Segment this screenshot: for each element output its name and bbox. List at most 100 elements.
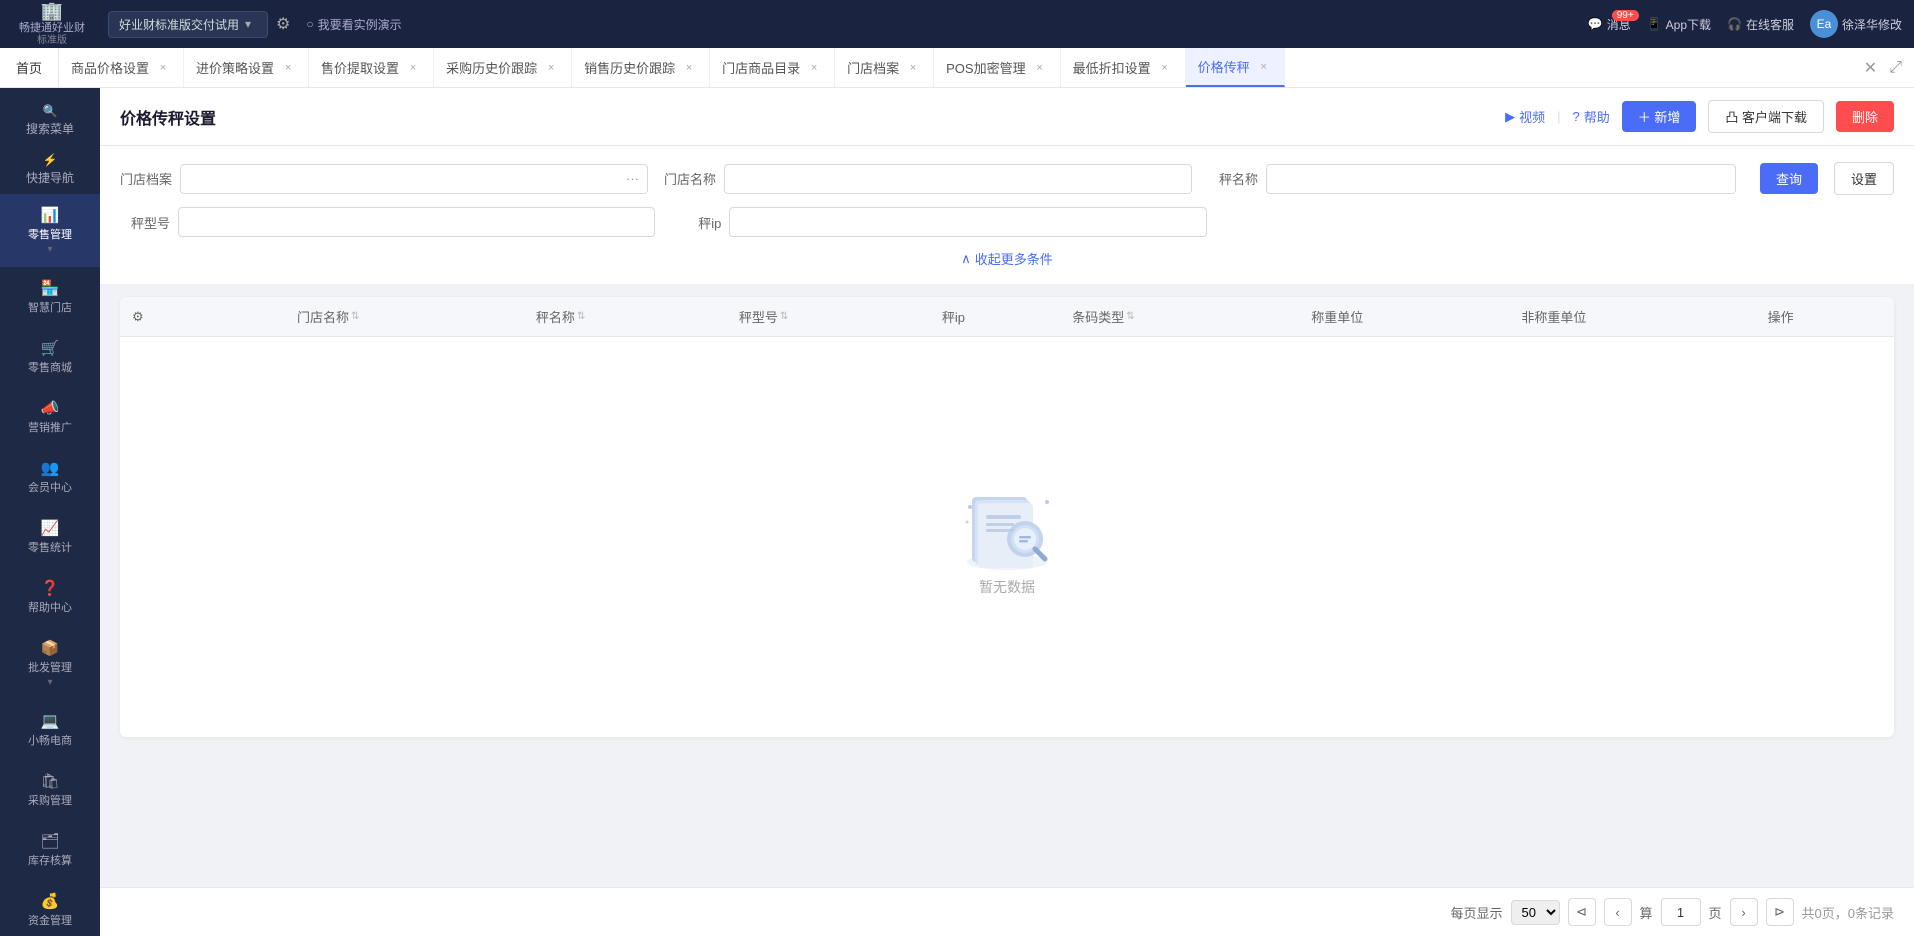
scale-ip-input[interactable] (729, 207, 1206, 237)
online-service-button[interactable]: 🎧 在线客服 (1727, 16, 1794, 33)
search-menu-button[interactable]: 🔍 搜索菜单 (0, 96, 100, 145)
sidebar-item-help-center[interactable]: ❓ 帮助中心 (0, 567, 100, 627)
search-form: 门店档案 ··· 门店名称 秤名称 查询 设置 (100, 146, 1914, 285)
search-form-row1: 门店档案 ··· 门店名称 秤名称 查询 设置 (120, 162, 1894, 195)
search-form-row2: 秤型号 秤ip (120, 207, 1894, 237)
version-label: 好业财标准版交付试用 (119, 16, 239, 33)
tab-item[interactable]: 商品价格设置× (59, 48, 184, 87)
tab-label: 价格传秤 (1198, 57, 1250, 76)
page-number-input[interactable] (1661, 898, 1701, 926)
page-actions: ▶ 视频 | ? 帮助 ＋ 新增 凸 客户端下载 删除 (1505, 100, 1894, 133)
demo-label: 我要看实例演示 (318, 16, 402, 33)
settings-button[interactable]: ⚙ (276, 14, 290, 34)
quick-nav-label: 快捷导航 (26, 169, 74, 186)
tab-close-icon[interactable]: × (543, 60, 559, 76)
sidebar-icon: 👥 (41, 459, 60, 477)
tab-item[interactable]: 售价提取设置× (309, 48, 434, 87)
table-header: ⚙门店名称⇅秤名称⇅秤型号⇅秤ip条码类型⇅称重单位非称重单位操作 (120, 297, 1894, 337)
th-barcode_type[interactable]: 条码类型⇅ (1060, 297, 1299, 337)
delete-button[interactable]: 删除 (1836, 101, 1894, 132)
per-page-select[interactable]: 50 (1511, 900, 1560, 925)
last-page-button[interactable]: ⊳ (1766, 898, 1794, 926)
tab-close-icon[interactable]: × (681, 60, 697, 76)
sortable-header[interactable]: 门店名称⇅ (297, 307, 512, 326)
sortable-header[interactable]: 秤型号⇅ (739, 307, 918, 326)
sortable-header[interactable]: 条码类型⇅ (1072, 307, 1287, 326)
tab-close-icon[interactable]: × (1032, 60, 1048, 76)
version-selector[interactable]: 好业财标准版交付试用 ▾ (108, 11, 268, 38)
tab-close-icon[interactable]: × (1256, 59, 1272, 75)
user-menu[interactable]: Ea 徐泽华修改 (1810, 10, 1902, 38)
prev-page-button[interactable]: ‹ (1604, 898, 1632, 926)
sidebar-item-inventory[interactable]: 🗂 库存核算 (0, 820, 100, 880)
tab-item[interactable]: 最低折扣设置× (1061, 48, 1186, 87)
tab-close-icon[interactable]: × (155, 60, 171, 76)
next-page-button[interactable]: › (1730, 898, 1758, 926)
sidebar-item-retail-mgmt[interactable]: 📊 零售管理▾ (0, 194, 100, 267)
store-archive-more-icon[interactable]: ··· (618, 171, 647, 186)
page-title: 价格传秤设置 (120, 105, 216, 129)
sort-icon: ⇅ (780, 311, 788, 322)
th-scale_model[interactable]: 秤型号⇅ (727, 297, 930, 337)
sidebar-item-retail-mall[interactable]: 🛒 零售商城 (0, 327, 100, 387)
demo-link[interactable]: ○ 我要看实例演示 (306, 16, 401, 33)
sidebar-icon: 📊 (41, 206, 60, 224)
sidebar-icon: 🛍 (40, 772, 59, 790)
add-button[interactable]: ＋ 新增 (1622, 101, 1697, 132)
app-logo: 🏢 畅捷通好业财 标准版 (12, 1, 92, 47)
first-page-button[interactable]: ⊲ (1568, 898, 1596, 926)
tab-item[interactable]: 采购历史价跟踪× (434, 48, 572, 87)
help-link[interactable]: ? 帮助 (1572, 107, 1609, 126)
th-weight_unit: 称重单位 (1299, 297, 1509, 337)
sortable-header[interactable]: 秤名称⇅ (536, 307, 715, 326)
sidebar-label: 营销推广 (28, 419, 72, 435)
chevron-up-icon: ∧ (961, 251, 971, 267)
sidebar-item-purchase-mgmt[interactable]: 🛍 采购管理 (0, 760, 100, 820)
tab-close-icon[interactable]: × (405, 60, 421, 76)
sidebar-label: 帮助中心 (28, 599, 72, 615)
app-download-button[interactable]: 📱 App下载 (1647, 16, 1711, 33)
tab-item[interactable]: 价格传秤 × (1186, 48, 1285, 87)
quick-nav-button[interactable]: ⚡ 快捷导航 (0, 145, 100, 194)
th-store_name[interactable]: 门店名称⇅ (285, 297, 524, 337)
app-download-label: App下载 (1666, 16, 1711, 33)
sidebar-icon: 📈 (41, 519, 60, 537)
help-label: 帮助 (1584, 107, 1610, 126)
message-button[interactable]: 💬 消息 99+ (1588, 16, 1631, 33)
sidebar-item-marketing[interactable]: 📣 营销推广 (0, 387, 100, 447)
sidebar-item-retail-stats[interactable]: 📈 零售统计 (0, 507, 100, 567)
close-tab-button[interactable]: ✕ (1860, 56, 1881, 80)
scale-model-input[interactable] (178, 207, 655, 237)
sidebar-item-wholesale-mgmt[interactable]: 📦 批发管理▾ (0, 627, 100, 700)
empty-illustration (952, 477, 1062, 577)
tab-item[interactable]: 门店档案× (835, 48, 934, 87)
scale-name-input[interactable] (1266, 164, 1736, 194)
search-button[interactable]: 查询 (1760, 163, 1818, 194)
store-name-input[interactable] (724, 164, 1192, 194)
tab-close-icon[interactable]: × (1157, 60, 1173, 76)
scale-model-field: 秤型号 (120, 207, 655, 237)
settings-button-2[interactable]: 设置 (1834, 162, 1894, 195)
sidebar-icon: ❓ (41, 579, 60, 597)
store-archive-label: 门店档案 (120, 169, 172, 188)
sidebar-item-xiaochang-ec[interactable]: 💻 小畅电商 (0, 700, 100, 760)
tab-home[interactable]: 首页 (0, 48, 59, 87)
tab-item[interactable]: 门店商品目录× (710, 48, 835, 87)
sidebar-item-member-center[interactable]: 👥 会员中心 (0, 447, 100, 507)
tab-close-icon[interactable]: × (905, 60, 921, 76)
tab-item[interactable]: 进价策略设置× (184, 48, 309, 87)
empty-state-row: 暂无数据 (120, 337, 1894, 738)
sidebar-item-smart-store[interactable]: 🏪 智慧门店 (0, 267, 100, 327)
client-download-button[interactable]: 凸 客户端下载 (1708, 100, 1824, 133)
tab-close-icon[interactable]: × (806, 60, 822, 76)
scale-ip-label: 秤ip (671, 213, 721, 232)
collapse-button[interactable]: ∧ 收起更多条件 (961, 249, 1053, 268)
sidebar-item-finance[interactable]: 💰 资金管理 (0, 880, 100, 936)
th-scale_name[interactable]: 秤名称⇅ (524, 297, 727, 337)
store-archive-input[interactable] (181, 166, 618, 191)
tab-item[interactable]: 销售历史价跟踪× (572, 48, 710, 87)
tab-close-icon[interactable]: × (280, 60, 296, 76)
tab-item[interactable]: POS加密管理× (934, 48, 1060, 87)
maximize-tab-button[interactable]: ⤢ (1885, 57, 1906, 79)
video-link[interactable]: ▶ 视频 (1505, 107, 1545, 126)
